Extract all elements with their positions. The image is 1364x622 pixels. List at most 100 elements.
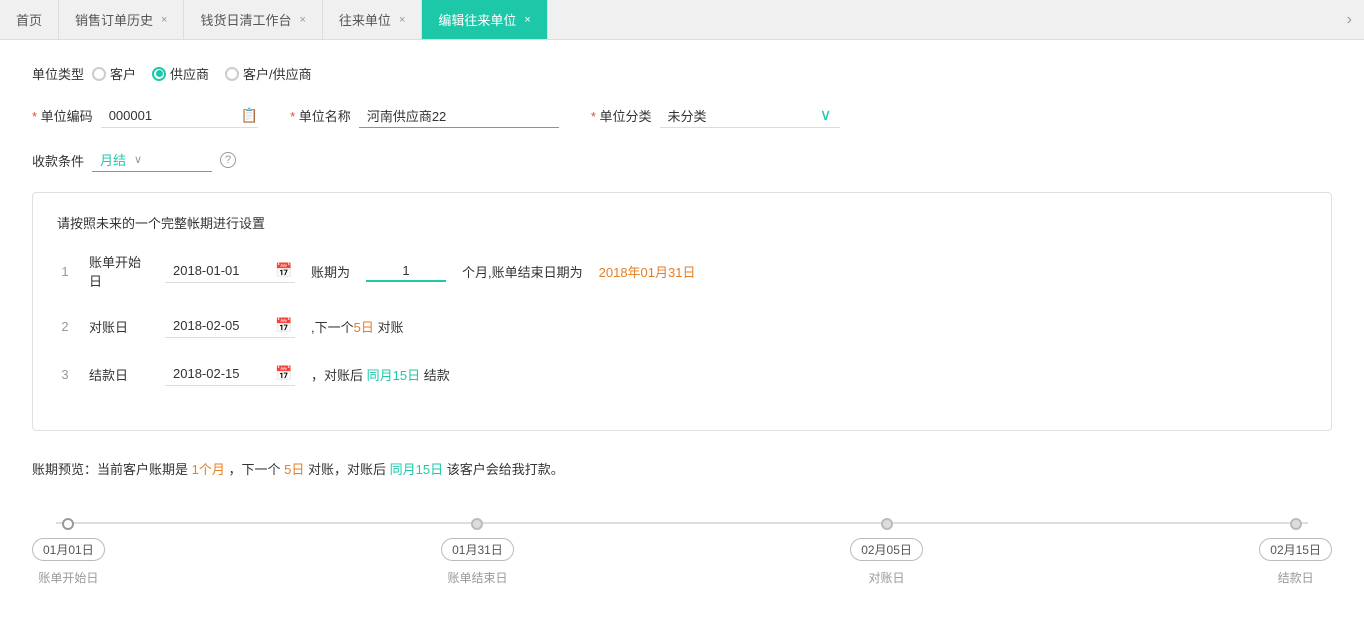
timeline-label-start: 账单开始日 (38, 569, 98, 586)
row-1-desc-prefix: 账期为 (311, 262, 350, 281)
preview-text: 账期预览：当前客户账期是 1个月 ，下一个 5日 对账，对账后 同月15日 该客… (32, 447, 1332, 490)
radio-both-label: 客户/供应商 (243, 64, 312, 83)
unit-category-value: 未分类 (668, 106, 707, 125)
unit-info-row: 单位编码 📋 单位名称 单位分类 未分类 ∨ (32, 103, 1332, 128)
unit-name-group: 单位名称 (290, 104, 559, 128)
unit-type-label: 单位类型 (32, 64, 84, 83)
row-1-period-input[interactable] (366, 261, 446, 282)
unit-code-input-wrapper: 📋 (101, 104, 258, 128)
payment-terms-label: 收款条件 (32, 151, 84, 170)
unit-code-icon[interactable]: 📋 (241, 107, 258, 124)
timeline-label-end: 账单结束日 (447, 569, 507, 586)
close-icon[interactable]: × (524, 14, 530, 26)
radio-customer-label: 客户 (110, 64, 136, 83)
tab-sales-history-label: 销售订单历史 (75, 10, 153, 29)
tab-home[interactable]: 首页 (0, 0, 59, 39)
radio-group-unit-type: 客户 供应商 客户/供应商 (92, 64, 312, 83)
tab-more-button[interactable]: › (1335, 11, 1364, 29)
payment-terms-group: 收款条件 月结 ∨ ? (32, 148, 236, 172)
tab-edit-partner[interactable]: 编辑往来单位 × (422, 0, 547, 39)
radio-both[interactable]: 客户/供应商 (225, 64, 312, 83)
row-1-date-input-wrapper: 📅 (165, 259, 295, 283)
tab-bar: 首页 销售订单历史 × 钱货日清工作台 × 往来单位 × 编辑往来单位 × › (0, 0, 1364, 40)
tab-edit-partner-label: 编辑往来单位 (438, 10, 516, 29)
timeline-items: 01月01日 账单开始日 01月31日 账单结束日 02月05日 对账日 02月… (32, 518, 1332, 586)
timeline-badge-payment: 02月15日 (1259, 538, 1332, 561)
close-icon[interactable]: × (161, 14, 167, 26)
setting-row-1: 1 账单开始日 📅 账期为 个月,账单结束日期为 2018年01月31日 (57, 252, 1307, 290)
row-1-highlight-date: 2018年01月31日 (599, 262, 696, 281)
setting-row-2: 2 对账日 📅 ,下一个5日 对账 (57, 314, 1307, 338)
unit-code-group: 单位编码 📋 (32, 104, 258, 128)
close-icon[interactable]: × (399, 14, 405, 26)
preview-label: 账期预览：当前客户账期是 (32, 462, 188, 477)
tab-cash-work[interactable]: 钱货日清工作台 × (184, 0, 322, 39)
preview-part2: 5日 (284, 462, 304, 477)
row-2-highlight: 5日 (354, 320, 374, 335)
radio-circle-customer (92, 67, 106, 81)
row-1-date-input[interactable] (165, 261, 275, 280)
tab-partner-label: 往来单位 (339, 10, 391, 29)
preview-part3: 同月15日 (390, 462, 443, 477)
timeline-dot-payment (1290, 518, 1302, 530)
preview-comma1: ，下一个 (229, 462, 281, 477)
unit-code-label: 单位编码 (32, 106, 93, 125)
main-content: 单位类型 客户 供应商 客户/供应商 单位编码 (0, 40, 1364, 622)
unit-category-arrow-icon: ∨ (820, 105, 832, 125)
row-1-num: 1 (57, 264, 73, 279)
row-3-label: 结款日 (89, 365, 149, 384)
radio-circle-supplier (152, 67, 166, 81)
row-2-label: 对账日 (89, 317, 149, 336)
help-icon-label: ? (225, 154, 231, 166)
payment-terms-arrow-icon: ∨ (134, 153, 142, 166)
timeline-dot-end (471, 518, 483, 530)
tab-partner[interactable]: 往来单位 × (323, 0, 422, 39)
radio-customer[interactable]: 客户 (92, 64, 136, 83)
payment-terms-select[interactable]: 月结 ∨ (92, 148, 212, 172)
timeline-dot-start (62, 518, 74, 530)
unit-code-input[interactable] (101, 106, 241, 125)
row-3-desc: ，对账后 同月15日 结款 (311, 365, 450, 384)
help-icon[interactable]: ? (220, 152, 236, 168)
unit-name-label: 单位名称 (290, 106, 351, 125)
row-3-num: 3 (57, 367, 73, 382)
unit-type-row: 单位类型 客户 供应商 客户/供应商 (32, 64, 1332, 83)
unit-category-select[interactable]: 未分类 ∨ (660, 103, 840, 128)
tab-home-label: 首页 (16, 10, 42, 29)
row-1-calendar-icon[interactable]: 📅 (275, 262, 292, 279)
timeline-item-end: 01月31日 账单结束日 (441, 518, 514, 586)
timeline-badge-start: 01月01日 (32, 538, 105, 561)
row-2-date-input-wrapper: 📅 (165, 314, 295, 338)
preview-part1: 1个月 (192, 462, 225, 477)
timeline-badge-reconcile: 02月05日 (850, 538, 923, 561)
row-3-calendar-icon[interactable]: 📅 (275, 365, 292, 382)
row-2-calendar-icon[interactable]: 📅 (275, 317, 292, 334)
preview-end: 该客户会给我打款。 (447, 462, 564, 477)
row-2-desc: ,下一个5日 对账 (311, 317, 403, 336)
row-2-date-input[interactable] (165, 316, 275, 335)
radio-supplier-label: 供应商 (170, 64, 209, 83)
settings-title: 请按照未来的一个完整帐期进行设置 (57, 213, 1307, 232)
row-3-date-input[interactable] (165, 364, 275, 383)
timeline-item-reconcile: 02月05日 对账日 (850, 518, 923, 586)
radio-supplier[interactable]: 供应商 (152, 64, 209, 83)
radio-circle-both (225, 67, 239, 81)
payment-terms-row: 收款条件 月结 ∨ ? (32, 148, 1332, 172)
preview-middle: 对账，对账后 (308, 462, 386, 477)
settings-box: 请按照未来的一个完整帐期进行设置 1 账单开始日 📅 账期为 个月,账单结束日期… (32, 192, 1332, 431)
unit-name-input[interactable] (359, 104, 559, 128)
close-icon[interactable]: × (299, 14, 305, 26)
timeline-label-reconcile: 对账日 (869, 569, 905, 586)
row-1-desc-suffix: 个月,账单结束日期为 (462, 262, 583, 281)
timeline-item-start: 01月01日 账单开始日 (32, 518, 105, 586)
payment-terms-value: 月结 (100, 150, 126, 169)
tab-cash-work-label: 钱货日清工作台 (200, 10, 291, 29)
timeline-dot-reconcile (881, 518, 893, 530)
timeline-label-payment: 结款日 (1278, 569, 1314, 586)
unit-category-label: 单位分类 (591, 106, 652, 125)
row-2-num: 2 (57, 319, 73, 334)
row-1-label: 账单开始日 (89, 252, 149, 290)
unit-category-group: 单位分类 未分类 ∨ (591, 103, 840, 128)
tab-sales-history[interactable]: 销售订单历史 × (59, 0, 184, 39)
row-3-date-input-wrapper: 📅 (165, 362, 295, 386)
